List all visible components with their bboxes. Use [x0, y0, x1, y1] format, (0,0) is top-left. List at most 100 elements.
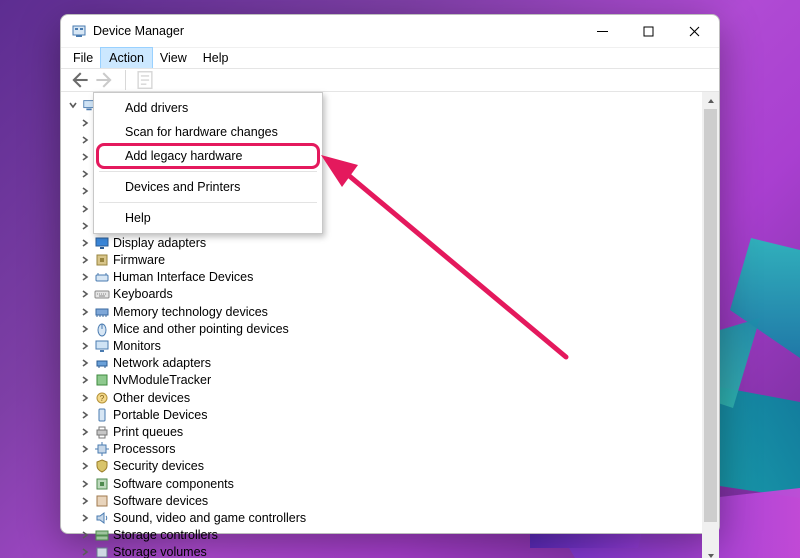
storage-icon [94, 527, 110, 543]
scroll-down-button[interactable] [702, 548, 719, 558]
tree-node-label: Firmware [113, 253, 165, 267]
chevron-right-icon [79, 374, 91, 386]
nvmodule-icon [94, 372, 110, 388]
tree-node[interactable]: Keyboards [65, 286, 719, 303]
tree-node[interactable]: Sound, video and game controllers [65, 509, 719, 526]
cpu-icon [94, 441, 110, 457]
chevron-right-icon [79, 306, 91, 318]
chevron-right-icon [79, 203, 91, 215]
menu-separator [99, 202, 317, 203]
portable-icon [94, 407, 110, 423]
chevron-right-icon [79, 220, 91, 232]
tree-node-label: Human Interface Devices [113, 270, 253, 284]
chevron-right-icon [79, 254, 91, 266]
menu-item-help[interactable]: Help [97, 206, 319, 230]
tree-node-label: Other devices [113, 391, 190, 405]
content-area: Disk drivesDisplay adaptersFirmwareHuman… [61, 92, 719, 558]
tree-node[interactable]: Print queues [65, 423, 719, 440]
tree-node[interactable]: Software devices [65, 492, 719, 509]
firmware-icon [94, 252, 110, 268]
chevron-right-icon [79, 529, 91, 541]
chevron-down-icon [67, 99, 79, 111]
menu-item-devices-and-printers[interactable]: Devices and Printers [97, 175, 319, 199]
window-title: Device Manager [93, 24, 184, 38]
chevron-right-icon [79, 134, 91, 146]
scroll-track[interactable] [702, 109, 719, 548]
tree-node[interactable]: Firmware [65, 252, 719, 269]
chevron-right-icon [79, 117, 91, 129]
menu-item-add-drivers[interactable]: Add drivers [97, 96, 319, 120]
tree-node[interactable]: Software components [65, 475, 719, 492]
tree-node[interactable]: Storage controllers [65, 527, 719, 544]
tree-node[interactable]: Memory technology devices [65, 303, 719, 320]
software-comp-icon [94, 476, 110, 492]
properties-button[interactable] [134, 69, 156, 91]
tree-node[interactable]: Network adapters [65, 355, 719, 372]
app-icon [71, 23, 87, 39]
monitor-icon [94, 338, 110, 354]
chevron-right-icon [79, 151, 91, 163]
menu-file[interactable]: File [65, 48, 101, 68]
sound-icon [94, 510, 110, 526]
tree-node-label: Processors [113, 442, 176, 456]
chevron-right-icon [79, 323, 91, 335]
forward-button[interactable] [95, 69, 117, 91]
tree-node-label: Software components [113, 477, 234, 491]
menu-item-add-legacy-hardware[interactable]: Add legacy hardware [97, 144, 319, 168]
chevron-right-icon [79, 185, 91, 197]
svg-text:?: ? [100, 394, 105, 403]
chevron-right-icon [79, 512, 91, 524]
network-icon [94, 355, 110, 371]
tree-node-label: Display adapters [113, 236, 206, 250]
chevron-right-icon [79, 237, 91, 249]
tree-node[interactable]: Display adapters [65, 234, 719, 251]
maximize-button[interactable] [625, 15, 671, 47]
device-manager-window: Device Manager File Action View Help [60, 14, 720, 534]
other-icon: ? [94, 390, 110, 406]
menu-help[interactable]: Help [195, 48, 237, 68]
software-dev-icon [94, 493, 110, 509]
tree-node-label: Portable Devices [113, 408, 208, 422]
chevron-right-icon [79, 271, 91, 283]
menu-item-scan-for-hardware-changes[interactable]: Scan for hardware changes [97, 120, 319, 144]
chevron-right-icon [79, 357, 91, 369]
security-icon [94, 458, 110, 474]
keyboard-icon [94, 286, 110, 302]
chevron-right-icon [79, 392, 91, 404]
menubar: File Action View Help [61, 47, 719, 68]
tree-node-label: Storage controllers [113, 528, 218, 542]
tree-node-label: Software devices [113, 494, 208, 508]
titlebar[interactable]: Device Manager [61, 15, 719, 47]
tree-node-label: Monitors [113, 339, 161, 353]
tree-node-label: Memory technology devices [113, 305, 268, 319]
tree-node[interactable]: ? Other devices [65, 389, 719, 406]
tree-node-label: Storage volumes [113, 545, 207, 558]
chevron-right-icon [79, 443, 91, 455]
tree-node[interactable]: Human Interface Devices [65, 269, 719, 286]
tree-node[interactable]: Monitors [65, 337, 719, 354]
toolbar-separator [125, 70, 126, 90]
back-button[interactable] [67, 69, 89, 91]
tree-node[interactable]: Portable Devices [65, 406, 719, 423]
scroll-up-button[interactable] [702, 92, 719, 109]
chevron-right-icon [79, 426, 91, 438]
chevron-right-icon [79, 546, 91, 558]
close-button[interactable] [671, 15, 717, 47]
tree-node-label: Mice and other pointing devices [113, 322, 289, 336]
vertical-scrollbar[interactable] [702, 92, 719, 558]
chevron-right-icon [79, 478, 91, 490]
chevron-right-icon [79, 168, 91, 180]
toolbar [61, 68, 719, 92]
menu-view[interactable]: View [152, 48, 195, 68]
tree-node[interactable]: Mice and other pointing devices [65, 320, 719, 337]
scroll-thumb[interactable] [704, 109, 717, 522]
tree-node[interactable]: Security devices [65, 458, 719, 475]
tree-node[interactable]: Storage volumes [65, 544, 719, 558]
tree-node[interactable]: Processors [65, 441, 719, 458]
minimize-button[interactable] [579, 15, 625, 47]
tree-node[interactable]: NvModuleTracker [65, 372, 719, 389]
chevron-right-icon [79, 409, 91, 421]
tree-node-label: Sound, video and game controllers [113, 511, 306, 525]
menu-action[interactable]: Action [101, 48, 152, 68]
display-icon [94, 235, 110, 251]
